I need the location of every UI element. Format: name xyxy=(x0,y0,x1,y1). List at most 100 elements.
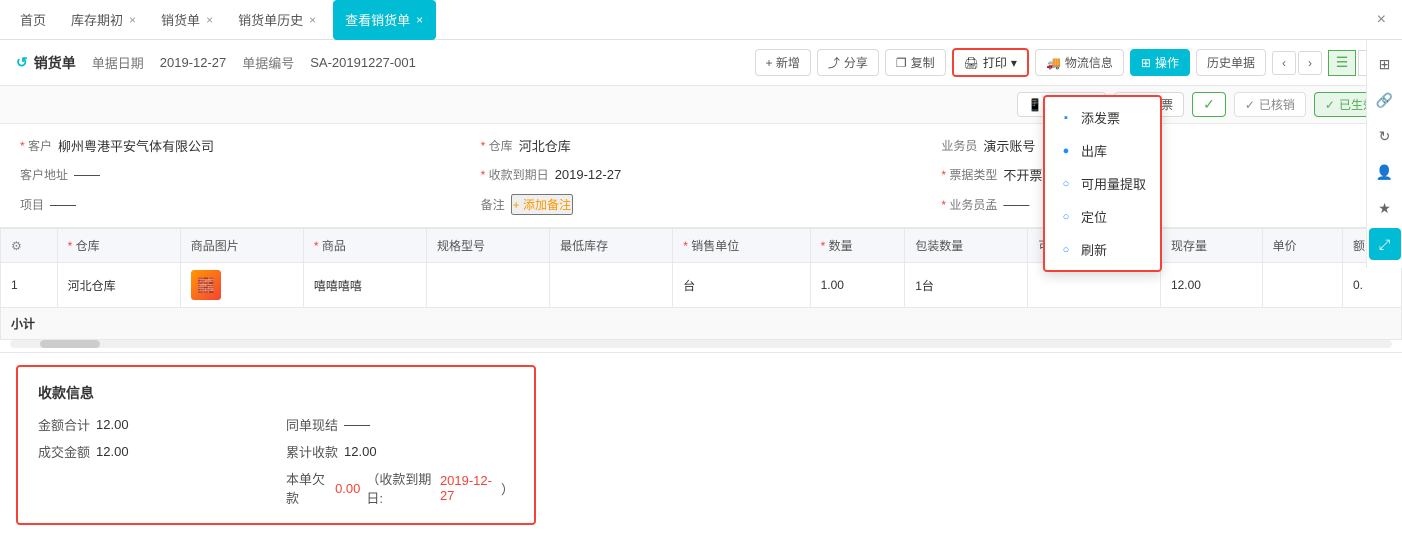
note-label: 备注 xyxy=(481,196,505,213)
col-unit: 销售单位 xyxy=(673,229,810,263)
dropdown-item-available[interactable]: ○ 可用量提取 xyxy=(1045,167,1160,200)
staff-value: 演示账号 xyxy=(983,136,1035,155)
settle-label: 同单现结 xyxy=(286,415,338,434)
owed-row: 本单欠款 0.00 （收款到期日: 2019-12-27 ） xyxy=(286,469,514,507)
subtotal-row: 小计 xyxy=(1,308,1402,340)
doc-meta: 单据日期 2019-12-27 单据编号 SA-20191227-001 xyxy=(92,53,416,72)
row-no: 1 xyxy=(1,263,58,308)
tab-home[interactable]: 首页 xyxy=(8,0,59,40)
tab-sales[interactable]: 销货单 × xyxy=(149,0,226,40)
customer-label: 客户 xyxy=(20,137,52,154)
row-pack-qty: 1台 xyxy=(905,263,1028,308)
tab-close-history[interactable]: × xyxy=(309,13,316,27)
refresh-icon: ○ xyxy=(1059,243,1073,257)
deal-value: 12.00 xyxy=(96,444,129,459)
note-row: 备注 + 添加备注 xyxy=(481,194,922,215)
tab-inventory-init[interactable]: 库存期初 × xyxy=(59,0,149,40)
no-value: SA-20191227-001 xyxy=(310,55,416,70)
add-note-button[interactable]: + 添加备注 xyxy=(511,194,573,215)
warehouse-row: 仓库 河北仓库 xyxy=(481,136,922,155)
project-row: 项目 —— xyxy=(20,194,461,215)
copy-button[interactable]: ❐ 复制 xyxy=(885,49,946,76)
doc-actions: + 新增 ⤴ 分享 ❐ 复制 🖨 打印 ▾ 🚚 物流信息 ⊞ 操作 xyxy=(755,48,1387,77)
row-warehouse: 河北仓库 xyxy=(57,263,180,308)
right-sidebar: ⊞ 🔗 ↻ 👤 ★ ⤢ xyxy=(1366,40,1402,268)
owed-close: ） xyxy=(501,479,514,498)
truck-icon: 🚚 xyxy=(1046,56,1061,70)
row-stock: 12.00 xyxy=(1160,263,1262,308)
tab-close-view[interactable]: × xyxy=(416,13,423,27)
due-date-value: 2019-12-27 xyxy=(555,167,622,182)
history-button[interactable]: 历史单据 xyxy=(1196,49,1266,76)
ops-button[interactable]: ⊞ 操作 xyxy=(1130,49,1190,76)
col-spec: 规格型号 xyxy=(426,229,549,263)
dropdown-item-outbound[interactable]: ● 出库 xyxy=(1045,134,1160,167)
payment-section: 收款信息 金额合计 12.00 同单现结 —— 成交金额 12.00 累计收款 … xyxy=(16,365,536,525)
tab-view-sales[interactable]: 查看销货单 × xyxy=(333,0,436,40)
row-spec xyxy=(426,263,549,308)
sidebar-user-icon[interactable]: 👤 xyxy=(1369,156,1401,188)
date-value: 2019-12-27 xyxy=(160,55,227,70)
tab-close-inventory[interactable]: × xyxy=(129,13,136,27)
doc-title: ↺ 销货单 xyxy=(16,53,76,73)
prev-arrow[interactable]: ‹ xyxy=(1272,51,1296,75)
owed-value: 0.00 xyxy=(335,481,360,496)
owed-date: 2019-12-27 xyxy=(440,473,495,503)
no-label: 单据编号 xyxy=(242,53,294,72)
sidebar-link-icon[interactable]: 🔗 xyxy=(1369,84,1401,116)
logistics-button[interactable]: 🚚 物流信息 xyxy=(1035,49,1124,76)
outbound-icon: ● xyxy=(1059,144,1073,158)
col-settings[interactable]: ⚙ xyxy=(1,229,58,263)
doc-icon: ↺ xyxy=(16,54,28,71)
staff-label: 业务员 xyxy=(941,137,977,154)
col-pack-qty: 包装数量 xyxy=(905,229,1028,263)
sidebar-star-icon[interactable]: ★ xyxy=(1369,192,1401,224)
done-check-btn[interactable]: ✓ xyxy=(1192,92,1226,117)
settle-row: 同单现结 —— xyxy=(286,415,514,434)
print-button[interactable]: 🖨 打印 ▾ xyxy=(952,48,1029,77)
total-value: 12.00 xyxy=(96,417,129,432)
row-qty: 1.00 xyxy=(810,263,905,308)
address-value: —— xyxy=(74,167,100,182)
list-view-btn[interactable]: ☰ xyxy=(1328,50,1356,76)
grid-icon: ⊞ xyxy=(1141,56,1151,70)
ops-dropdown: ▪ 添发票 ● 出库 ○ 可用量提取 ○ 定位 ○ 刷新 xyxy=(1043,95,1162,272)
new-button[interactable]: + 新增 xyxy=(755,49,811,76)
cumulative-value: 12.00 xyxy=(344,444,377,459)
tab-sales-history[interactable]: 销货单历史 × xyxy=(226,0,329,40)
deal-row: 成交金额 12.00 xyxy=(38,442,266,461)
product-table-section: ⚙ 仓库 商品图片 商品 规格型号 最低库存 销售单位 数量 包装数量 可用量 … xyxy=(0,228,1402,353)
sidebar-refresh-icon[interactable]: ↻ xyxy=(1369,120,1401,152)
sidebar-expand-icon[interactable]: ⊞ xyxy=(1369,48,1401,80)
product-image: 🧱 xyxy=(191,270,221,300)
doc-header: ↺ 销货单 单据日期 2019-12-27 单据编号 SA-20191227-0… xyxy=(0,40,1402,86)
sidebar-fullscreen-icon[interactable]: ⤢ xyxy=(1369,228,1401,260)
share-icon: ⤴ xyxy=(828,54,840,71)
product-table: ⚙ 仓库 商品图片 商品 规格型号 最低库存 销售单位 数量 包装数量 可用量 … xyxy=(0,228,1402,340)
check-icon: ✓ xyxy=(1203,96,1215,113)
dropdown-item-locate[interactable]: ○ 定位 xyxy=(1045,200,1160,233)
total-row: 金额合计 12.00 xyxy=(38,415,266,434)
window-close-button[interactable]: × xyxy=(1369,11,1394,29)
effective-check-icon: ✓ xyxy=(1325,98,1335,112)
dropdown-item-invoice[interactable]: ▪ 添发票 xyxy=(1045,101,1160,134)
tab-close-sales[interactable]: × xyxy=(206,13,213,27)
address-label: 客户地址 xyxy=(20,166,68,183)
form-section: 客户 柳州粤港平安气体有限公司 仓库 河北仓库 业务员 演示账号 客户地址 ——… xyxy=(0,124,1402,228)
main-area: ↺ 销货单 单据日期 2019-12-27 单据编号 SA-20191227-0… xyxy=(0,40,1402,533)
horizontal-scrollbar[interactable] xyxy=(10,340,1392,348)
share-button[interactable]: ⤴ 分享 xyxy=(817,49,879,76)
row-unit: 台 xyxy=(673,263,810,308)
next-arrow[interactable]: › xyxy=(1298,51,1322,75)
due-date-row: 收款到期日 2019-12-27 xyxy=(481,165,922,184)
col-price: 单价 xyxy=(1262,229,1342,263)
toolbar-row: 📱 来自手机 ● 未开票 ✓ ✓ 已核销 ✓ 已生效 xyxy=(0,86,1402,124)
owed-note: （收款到期日: xyxy=(366,469,434,507)
payment-grid: 金额合计 12.00 同单现结 —— 成交金额 12.00 累计收款 12.00… xyxy=(38,415,514,507)
phone-icon: 📱 xyxy=(1028,98,1043,112)
row-min-stock xyxy=(550,263,673,308)
dropdown-item-refresh[interactable]: ○ 刷新 xyxy=(1045,233,1160,266)
copy-icon: ❐ xyxy=(896,56,907,70)
salesperson-label: 业务员孟 xyxy=(941,196,997,213)
ticket-label: 票据类型 xyxy=(941,166,997,183)
